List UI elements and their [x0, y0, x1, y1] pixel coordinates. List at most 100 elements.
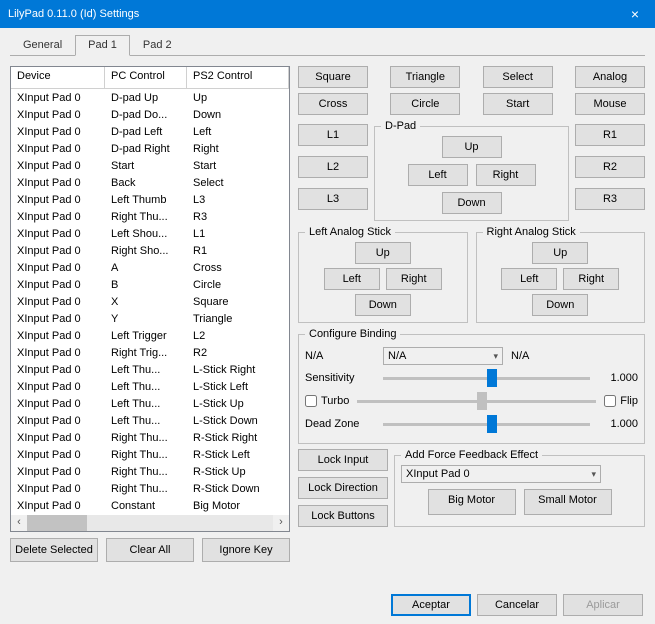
lock-input-button[interactable]: Lock Input [298, 449, 388, 471]
binding-select[interactable]: N/A ▾ [383, 347, 503, 365]
cell-device: XInput Pad 0 [11, 262, 105, 274]
lstick-down-button[interactable]: Down [355, 294, 411, 316]
deadzone-value: 1.000 [598, 418, 638, 430]
table-row[interactable]: XInput Pad 0ConstantBig Motor [11, 497, 289, 514]
left-stick-legend: Left Analog Stick [305, 226, 395, 238]
table-row[interactable]: XInput Pad 0Right Sho...R1 [11, 242, 289, 259]
table-row[interactable]: XInput Pad 0Left ThumbL3 [11, 191, 289, 208]
lock-direction-button[interactable]: Lock Direction [298, 477, 388, 499]
circle-button[interactable]: Circle [390, 93, 460, 115]
sensitivity-value: 1.000 [598, 372, 638, 384]
table-row[interactable]: XInput Pad 0Left Shou...L1 [11, 225, 289, 242]
table-row[interactable]: XInput Pad 0ACross [11, 259, 289, 276]
scroll-right-icon[interactable]: › [273, 515, 289, 531]
dpad-up-button[interactable]: Up [442, 136, 502, 158]
lstick-up-button[interactable]: Up [355, 242, 411, 264]
small-motor-button[interactable]: Small Motor [524, 489, 612, 515]
ignore-key-button[interactable]: Ignore Key [202, 538, 290, 562]
tabbar: General Pad 1 Pad 2 [10, 34, 645, 56]
r2-button[interactable]: R2 [575, 156, 645, 178]
scroll-thumb[interactable] [27, 515, 87, 531]
dpad-down-button[interactable]: Down [442, 192, 502, 214]
dpad-left-button[interactable]: Left [408, 164, 468, 186]
table-row[interactable]: XInput Pad 0Right Thu...R3 [11, 208, 289, 225]
r1-button[interactable]: R1 [575, 124, 645, 146]
l1-button[interactable]: L1 [298, 124, 368, 146]
table-row[interactable]: XInput Pad 0Left Thu...L-Stick Down [11, 412, 289, 429]
start-button[interactable]: Start [483, 93, 553, 115]
accept-button[interactable]: Aceptar [391, 594, 471, 616]
table-row[interactable]: XInput Pad 0XSquare [11, 293, 289, 310]
big-motor-button[interactable]: Big Motor [428, 489, 516, 515]
apply-button[interactable]: Aplicar [563, 594, 643, 616]
th-device[interactable]: Device [11, 67, 105, 88]
cell-device: XInput Pad 0 [11, 296, 105, 308]
window-title: LilyPad 0.11.0 (Id) Settings [8, 8, 139, 20]
right-stick-legend: Right Analog Stick [483, 226, 580, 238]
deadzone-label: Dead Zone [305, 418, 375, 430]
l2-button[interactable]: L2 [298, 156, 368, 178]
delete-selected-button[interactable]: Delete Selected [10, 538, 98, 562]
table-row[interactable]: XInput Pad 0D-pad UpUp [11, 89, 289, 106]
scroll-left-icon[interactable]: ‹ [11, 515, 27, 531]
th-ps2-control[interactable]: PS2 Control [187, 67, 289, 88]
horizontal-scrollbar[interactable]: ‹ › [11, 515, 289, 531]
th-pc-control[interactable]: PC Control [105, 67, 187, 88]
cell-pc-control: Left Thumb [105, 194, 187, 206]
cell-ps2-control: Triangle [187, 313, 289, 325]
table-row[interactable]: XInput Pad 0D-pad Do...Down [11, 106, 289, 123]
tab-pad2[interactable]: Pad 2 [130, 35, 185, 56]
rstick-right-button[interactable]: Right [563, 268, 619, 290]
rstick-left-button[interactable]: Left [501, 268, 557, 290]
cell-device: XInput Pad 0 [11, 211, 105, 223]
clear-all-button[interactable]: Clear All [106, 538, 194, 562]
turbo-checkbox[interactable]: Turbo [305, 395, 349, 407]
deadzone-slider[interactable] [383, 414, 590, 434]
table-row[interactable]: XInput Pad 0BackSelect [11, 174, 289, 191]
table-row[interactable]: XInput Pad 0Right Trig...R2 [11, 344, 289, 361]
triangle-button[interactable]: Triangle [390, 66, 460, 88]
turbo-slider[interactable] [357, 391, 596, 411]
l3-button[interactable]: L3 [298, 188, 368, 210]
table-row[interactable]: XInput Pad 0Right Thu...R-Stick Down [11, 480, 289, 497]
table-row[interactable]: XInput Pad 0D-pad RightRight [11, 140, 289, 157]
client-area: General Pad 1 Pad 2 Device PC Control PS… [0, 28, 655, 624]
cancel-button[interactable]: Cancelar [477, 594, 557, 616]
rstick-up-button[interactable]: Up [532, 242, 588, 264]
flip-checkbox[interactable]: Flip [604, 395, 638, 407]
analog-button[interactable]: Analog [575, 66, 645, 88]
cell-device: XInput Pad 0 [11, 330, 105, 342]
table-row[interactable]: XInput Pad 0Right Thu...R-Stick Right [11, 429, 289, 446]
table-row[interactable]: XInput Pad 0Left Thu...L-Stick Right [11, 361, 289, 378]
dpad-right-button[interactable]: Right [476, 164, 536, 186]
square-button[interactable]: Square [298, 66, 368, 88]
table-row[interactable]: XInput Pad 0StartStart [11, 157, 289, 174]
lstick-right-button[interactable]: Right [386, 268, 442, 290]
sensitivity-slider[interactable] [383, 368, 590, 388]
cell-pc-control: Left Thu... [105, 415, 187, 427]
select-button[interactable]: Select [483, 66, 553, 88]
table-row[interactable]: XInput Pad 0Right Thu...R-Stick Left [11, 446, 289, 463]
mouse-button[interactable]: Mouse [575, 93, 645, 115]
table-row[interactable]: XInput Pad 0Right Thu...R-Stick Up [11, 463, 289, 480]
cell-device: XInput Pad 0 [11, 177, 105, 189]
lock-buttons-button[interactable]: Lock Buttons [298, 505, 388, 527]
cell-pc-control: Y [105, 313, 187, 325]
rstick-down-button[interactable]: Down [532, 294, 588, 316]
cross-button[interactable]: Cross [298, 93, 368, 115]
tab-pad1[interactable]: Pad 1 [75, 35, 130, 56]
close-icon[interactable]: × [623, 6, 647, 22]
cell-ps2-control: Left [187, 126, 289, 138]
ffb-device-select[interactable]: XInput Pad 0 ▾ [401, 465, 601, 483]
table-row[interactable]: XInput Pad 0BCircle [11, 276, 289, 293]
table-row[interactable]: XInput Pad 0YTriangle [11, 310, 289, 327]
cell-device: XInput Pad 0 [11, 432, 105, 444]
table-row[interactable]: XInput Pad 0Left Thu...L-Stick Up [11, 395, 289, 412]
table-row[interactable]: XInput Pad 0D-pad LeftLeft [11, 123, 289, 140]
cell-ps2-control: L-Stick Right [187, 364, 289, 376]
tab-general[interactable]: General [10, 35, 75, 56]
r3-button[interactable]: R3 [575, 188, 645, 210]
table-row[interactable]: XInput Pad 0Left Thu...L-Stick Left [11, 378, 289, 395]
lstick-left-button[interactable]: Left [324, 268, 380, 290]
table-row[interactable]: XInput Pad 0Left TriggerL2 [11, 327, 289, 344]
